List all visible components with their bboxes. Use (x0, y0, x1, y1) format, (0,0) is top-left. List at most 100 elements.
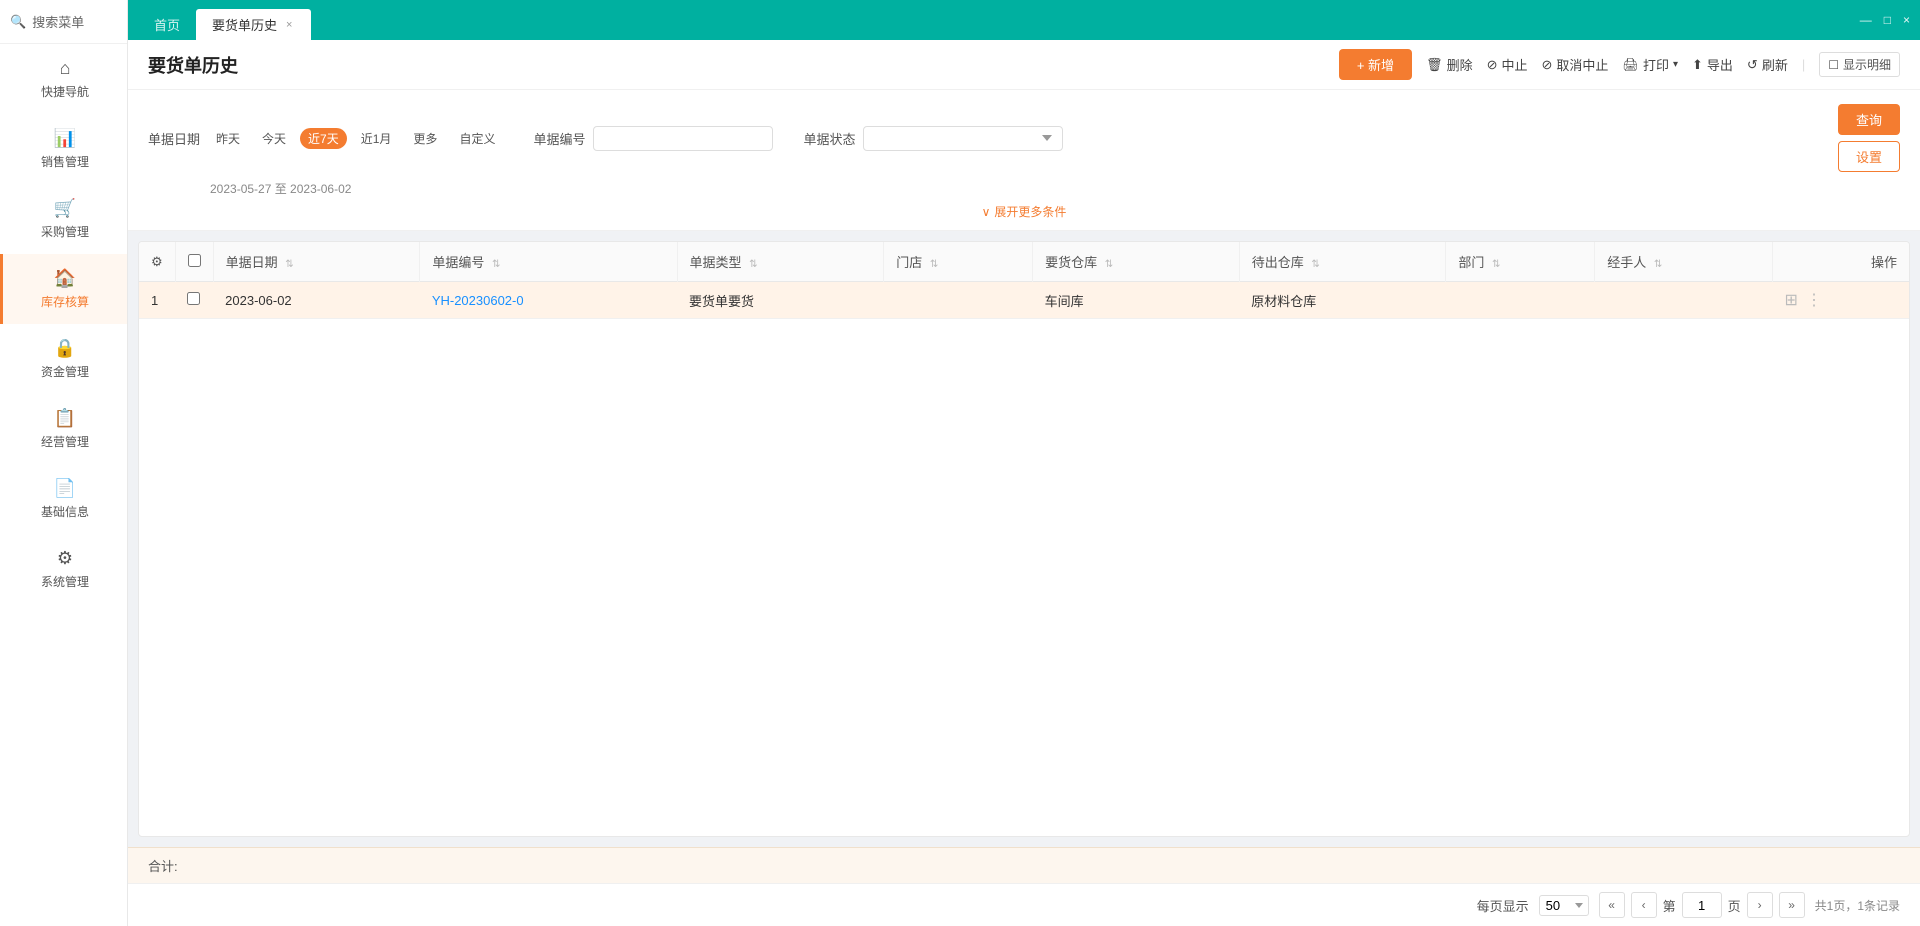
last-page-btn[interactable]: » (1779, 892, 1805, 918)
query-button[interactable]: 查询 (1838, 104, 1900, 135)
quick-nav-icon: ⌂ (60, 58, 71, 79)
add-button[interactable]: + 新增 (1339, 49, 1412, 80)
sidebar-item-sales[interactable]: 📊销售管理 (0, 114, 127, 184)
tab-home[interactable]: 首页 (138, 9, 196, 40)
date-sort-icon[interactable]: ⇅ (285, 259, 293, 270)
row-select-checkbox[interactable] (187, 292, 200, 305)
next-page-btn[interactable]: › (1747, 892, 1773, 918)
store-sort-icon[interactable]: ⇅ (930, 259, 938, 270)
toolbar-divider: | (1802, 57, 1805, 72)
type-col-header: 单据类型 ⇅ (677, 242, 884, 282)
row-more-icon[interactable]: ⋮ (1806, 290, 1822, 310)
sidebar-item-quick-nav[interactable]: ⌂ 快捷导航 (0, 44, 127, 114)
cancel-stop-icon: ⊘ (1542, 57, 1553, 73)
display-cell-button[interactable]: ☐ 显示明细 (1819, 52, 1900, 77)
topbar-right: — □ × (1860, 13, 1910, 27)
select-all-checkbox[interactable] (188, 254, 201, 267)
export-icon: ⬆ (1692, 57, 1703, 73)
delete-button[interactable]: 🗑 删除 (1426, 55, 1473, 74)
handler-sort-icon[interactable]: ⇅ (1654, 259, 1662, 270)
row-edit-icon[interactable]: ⊞ (1785, 290, 1798, 310)
date-btn-昨天[interactable]: 昨天 (208, 128, 248, 149)
page-label: 页 (1728, 896, 1741, 915)
req-warehouse-sort-icon[interactable]: ⇅ (1105, 259, 1113, 270)
settings-button[interactable]: 设置 (1838, 141, 1900, 172)
filter-row: 单据日期 昨天今天近7天近1月更多自定义 单据编号 单据状态 查询 设置 (148, 104, 1900, 172)
row-index: 1 (139, 282, 175, 319)
sidebar-item-label: 经营管理 (41, 433, 89, 450)
pending-warehouse-sort-icon[interactable]: ⇅ (1311, 259, 1319, 270)
status-select[interactable] (863, 126, 1063, 151)
basic-icon: 📄 (54, 478, 76, 499)
print-button[interactable]: 🖨 打印 ▾ (1622, 55, 1678, 74)
filter-dates: 昨天今天近7天近1月更多自定义 (208, 128, 503, 149)
sidebar-item-operations[interactable]: 📋经营管理 (0, 394, 127, 464)
sidebar-item-label: 快捷导航 (41, 83, 89, 100)
pagination: 每页显示 102050100 « ‹ 第 页 › » 共1页，1条记录 (128, 883, 1920, 926)
refresh-icon: ↺ (1747, 57, 1758, 73)
sidebar-item-label: 采购管理 (41, 223, 89, 240)
handler-col-header: 经手人 ⇅ (1595, 242, 1773, 282)
per-page-label: 每页显示 (1477, 896, 1529, 915)
system-icon: ⚙ (57, 548, 73, 569)
page-title: 要货单历史 (148, 52, 238, 78)
sidebar-item-basic[interactable]: 📄 基础信息 (0, 464, 127, 534)
sidebar-search[interactable]: 🔍 搜索菜单 (0, 0, 127, 44)
pending-warehouse-col-header: 待出仓库 ⇅ (1239, 242, 1446, 282)
stop-icon: ⊘ (1487, 57, 1498, 73)
prev-page-btn[interactable]: ‹ (1631, 892, 1657, 918)
number-col-header: 单据编号 ⇅ (420, 242, 677, 282)
sidebar-item-label: 系统管理 (41, 573, 89, 590)
sidebar-item-purchase[interactable]: 🛒采购管理 (0, 184, 127, 254)
page-info: 共1页，1条记录 (1815, 897, 1900, 914)
type-sort-icon[interactable]: ⇅ (749, 259, 757, 270)
doc-number-input[interactable] (593, 126, 773, 151)
date-btn-近1月[interactable]: 近1月 (353, 128, 400, 149)
date-btn-今天[interactable]: 今天 (254, 128, 294, 149)
page-input[interactable] (1682, 892, 1722, 918)
first-page-btn[interactable]: « (1599, 892, 1625, 918)
number-sort-icon[interactable]: ⇅ (492, 259, 500, 270)
date-filter: 单据日期 昨天今天近7天近1月更多自定义 (148, 128, 503, 149)
print-icon: 🖨 (1622, 57, 1639, 73)
store-col-header: 门店 ⇅ (884, 242, 1033, 282)
content-wrapper: 要货单历史 + 新增 🗑 删除 ⊘ 中止 ⊘ 取消中止 🖨 打印 (128, 40, 1920, 926)
table-settings-icon[interactable]: ⚙ (151, 254, 163, 269)
date-range-row: 2023-05-27 至 2023-06-02 (148, 176, 1900, 197)
export-button[interactable]: ⬆ 导出 (1692, 55, 1733, 74)
date-btn-自定义[interactable]: 自定义 (451, 128, 503, 149)
row-pending-warehouse: 原材料仓库 (1239, 282, 1446, 319)
window-maximize-btn[interactable]: □ (1884, 13, 1891, 27)
row-checkbox[interactable] (175, 282, 213, 319)
req-warehouse-col-header: 要货仓库 ⇅ (1033, 242, 1240, 282)
checkbox-col[interactable] (175, 242, 213, 282)
tab-history[interactable]: 要货单历史× (196, 9, 311, 40)
settings-col[interactable]: ⚙ (139, 242, 175, 282)
row-number-link[interactable]: YH-20230602-0 (432, 293, 524, 308)
sidebar: 🔍 搜索菜单 ⌂ 快捷导航 📊销售管理🛒采购管理🏠库存核算🔒资金管理📋经营管理 📄 基础… (0, 0, 128, 926)
window-close-btn[interactable]: × (1903, 13, 1910, 27)
finance-icon: 🔒 (54, 338, 76, 359)
tab-label-home: 首页 (154, 15, 180, 34)
sidebar-item-inventory[interactable]: 🏠库存核算 (0, 254, 127, 324)
sidebar-item-system[interactable]: ⚙ 系统管理 (0, 534, 127, 604)
search-icon: 🔍 (10, 14, 26, 30)
stop-button[interactable]: ⊘ 中止 (1487, 55, 1528, 74)
dept-sort-icon[interactable]: ⇅ (1492, 259, 1500, 270)
date-btn-更多[interactable]: 更多 (405, 128, 445, 149)
doc-number-filter: 单据编号 (533, 126, 773, 151)
per-page-select[interactable]: 102050100 (1539, 895, 1589, 916)
row-type: 要货单要货 (677, 282, 884, 319)
sidebar-item-label: 基础信息 (41, 503, 89, 520)
date-btn-近7天[interactable]: 近7天 (300, 128, 347, 149)
sidebar-item-finance[interactable]: 🔒资金管理 (0, 324, 127, 394)
refresh-button[interactable]: ↺ 刷新 (1747, 55, 1788, 74)
row-department (1446, 282, 1595, 319)
inventory-icon: 🏠 (54, 268, 76, 289)
expand-more-btn[interactable]: ∨ 展开更多条件 (148, 197, 1900, 222)
status-label: 单据状态 (803, 129, 855, 148)
window-minimize-btn[interactable]: — (1860, 13, 1872, 27)
table-row: 1 2023-06-02 YH-20230602-0 要货单要货 车间库 原材料… (139, 282, 1909, 319)
tab-close-history[interactable]: × (283, 18, 295, 32)
cancel-stop-button[interactable]: ⊘ 取消中止 (1542, 55, 1609, 74)
